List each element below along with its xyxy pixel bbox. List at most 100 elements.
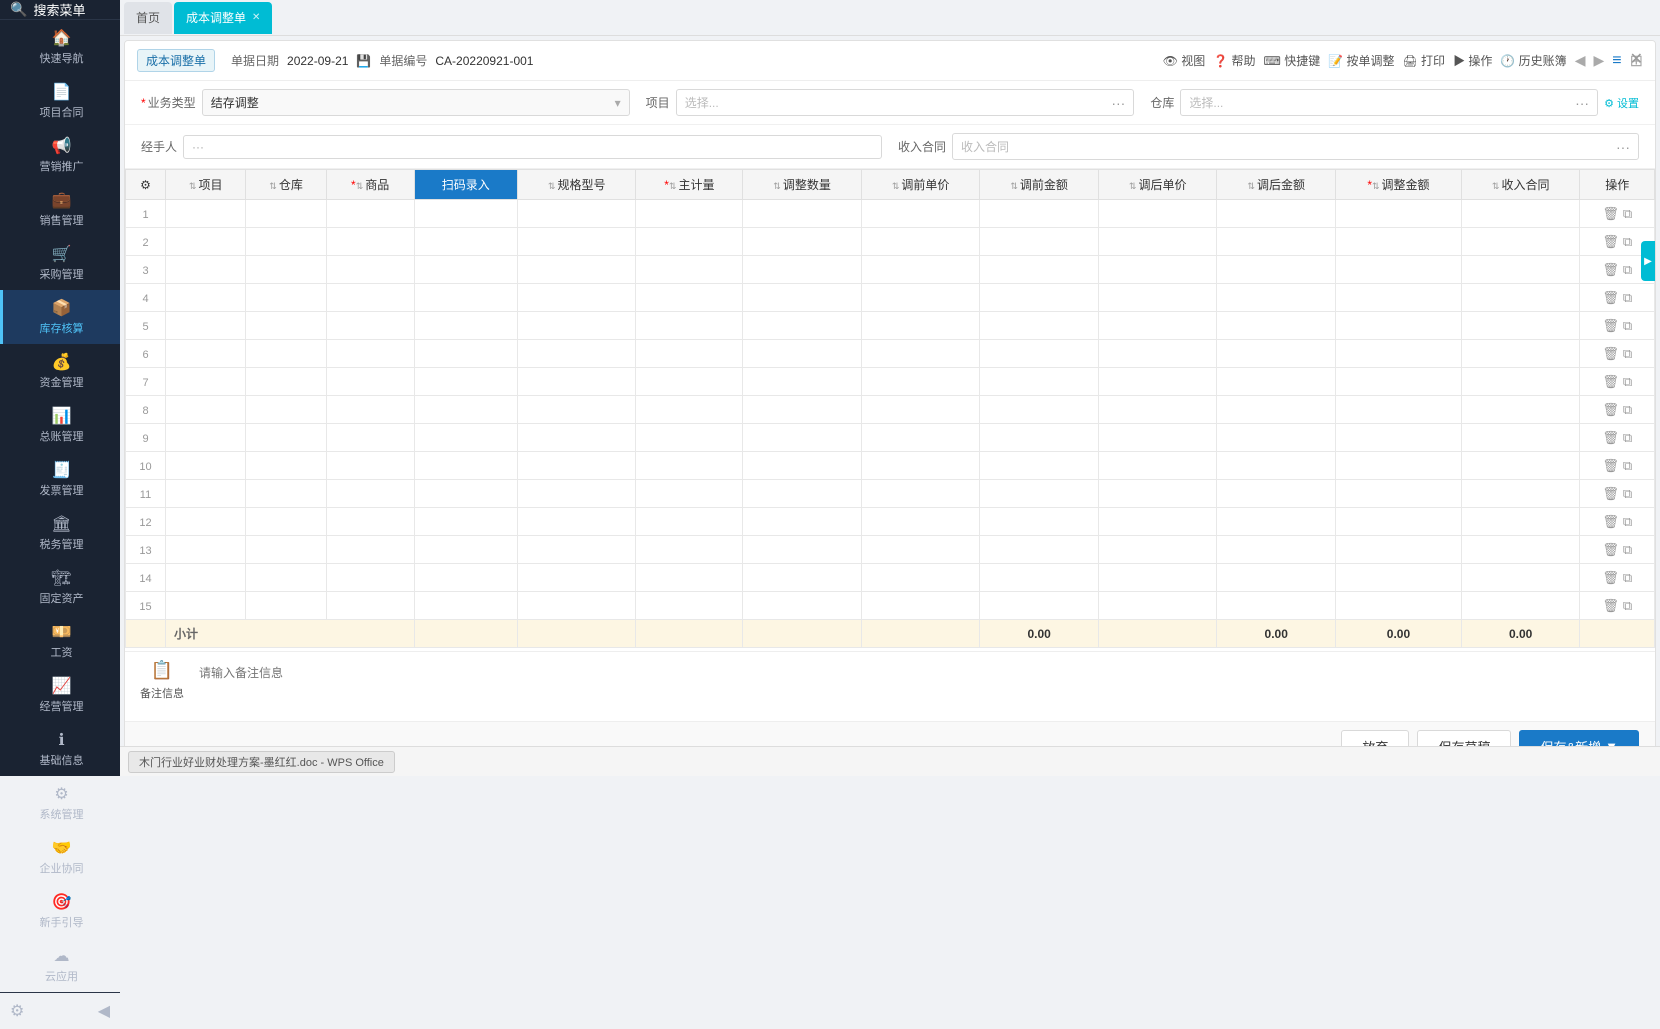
cell-data-2-9[interactable] — [1098, 228, 1217, 256]
cell-data-13-10[interactable] — [1217, 536, 1336, 564]
copy-icon-2[interactable]: ⧉ — [1623, 234, 1632, 250]
cell-data-6-4[interactable] — [517, 340, 636, 368]
cell-data-8-2[interactable] — [326, 396, 414, 424]
sidebar-item-fixed-assets[interactable]: 🏗固定资产 — [0, 560, 120, 614]
sidebar-item-sales-promotion[interactable]: 📢营销推广 — [0, 128, 120, 182]
cell-data-3-7[interactable] — [861, 256, 980, 284]
cell-data-5-8[interactable] — [980, 312, 1099, 340]
handler-dots[interactable]: ··· — [192, 140, 204, 154]
cell-data-4-5[interactable] — [636, 284, 743, 312]
cell-data-12-5[interactable] — [636, 508, 743, 536]
cell-data-7-9[interactable] — [1098, 368, 1217, 396]
cell-data-1-11[interactable] — [1335, 200, 1461, 228]
cell-data-1-2[interactable] — [326, 200, 414, 228]
cell-data-5-6[interactable] — [743, 312, 862, 340]
cell-data-7-2[interactable] — [326, 368, 414, 396]
cell-data-15-12[interactable] — [1461, 592, 1580, 620]
cell-data-7-0[interactable] — [166, 368, 246, 396]
cell-data-1-0[interactable] — [166, 200, 246, 228]
cell-data-12-7[interactable] — [861, 508, 980, 536]
sidebar-item-ledger-mgmt[interactable]: 📊总账管理 — [0, 398, 120, 452]
cell-data-11-5[interactable] — [636, 480, 743, 508]
right-edge-tab[interactable]: ▶ — [1641, 241, 1655, 281]
cell-data-12-11[interactable] — [1335, 508, 1461, 536]
project-dots[interactable]: ··· — [1111, 95, 1125, 111]
project-input[interactable]: 选择... ··· — [676, 89, 1135, 116]
cell-data-9-8[interactable] — [980, 424, 1099, 452]
copy-icon-3[interactable]: ⧉ — [1623, 262, 1632, 278]
cell-data-6-6[interactable] — [743, 340, 862, 368]
cell-data-12-10[interactable] — [1217, 508, 1336, 536]
action-operate[interactable]: ▶ 操作 — [1453, 52, 1492, 69]
cell-data-15-7[interactable] — [861, 592, 980, 620]
cell-data-1-1[interactable] — [246, 200, 326, 228]
sidebar-item-tax-mgmt[interactable]: 🏛税务管理 — [0, 506, 120, 560]
cell-data-10-2[interactable] — [326, 452, 414, 480]
cell-data-7-8[interactable] — [980, 368, 1099, 396]
cell-data-4-12[interactable] — [1461, 284, 1580, 312]
cell-data-8-1[interactable] — [246, 396, 326, 424]
cell-data-6-10[interactable] — [1217, 340, 1336, 368]
delete-icon-13[interactable]: 🗑 — [1602, 542, 1619, 558]
cell-data-13-4[interactable] — [517, 536, 636, 564]
delete-icon-15[interactable]: 🗑 — [1602, 598, 1619, 614]
tab-close-icon[interactable]: ✕ — [252, 12, 260, 23]
copy-icon-12[interactable]: ⧉ — [1623, 514, 1632, 530]
cell-data-15-1[interactable] — [246, 592, 326, 620]
handler-input[interactable]: ··· — [183, 135, 882, 159]
delete-icon-2[interactable]: 🗑 — [1602, 234, 1619, 250]
cell-data-2-0[interactable] — [166, 228, 246, 256]
cell-data-1-9[interactable] — [1098, 200, 1217, 228]
cell-data-14-8[interactable] — [980, 564, 1099, 592]
copy-icon-9[interactable]: ⧉ — [1623, 430, 1632, 446]
cell-data-15-9[interactable] — [1098, 592, 1217, 620]
col-scan-input[interactable]: 扫码录入 — [414, 170, 517, 200]
cell-data-7-3[interactable] — [414, 368, 517, 396]
cell-data-8-8[interactable] — [980, 396, 1099, 424]
copy-icon-10[interactable]: ⧉ — [1623, 458, 1632, 474]
action-history[interactable]: 🕐 历史账簿 — [1500, 52, 1566, 69]
cell-data-13-8[interactable] — [980, 536, 1099, 564]
cell-data-8-7[interactable] — [861, 396, 980, 424]
delete-icon-4[interactable]: 🗑 — [1602, 290, 1619, 306]
cell-data-9-3[interactable] — [414, 424, 517, 452]
cell-data-3-5[interactable] — [636, 256, 743, 284]
cell-data-8-12[interactable] — [1461, 396, 1580, 424]
cell-data-15-5[interactable] — [636, 592, 743, 620]
cell-data-6-5[interactable] — [636, 340, 743, 368]
cell-data-7-10[interactable] — [1217, 368, 1336, 396]
cell-data-10-11[interactable] — [1335, 452, 1461, 480]
cell-data-9-6[interactable] — [743, 424, 862, 452]
cell-data-9-2[interactable] — [326, 424, 414, 452]
cell-data-2-4[interactable] — [517, 228, 636, 256]
cell-data-6-11[interactable] — [1335, 340, 1461, 368]
copy-icon-11[interactable]: ⧉ — [1623, 486, 1632, 502]
cell-data-4-9[interactable] — [1098, 284, 1217, 312]
action-view[interactable]: 👁 视图 — [1163, 52, 1206, 69]
cell-data-7-12[interactable] — [1461, 368, 1580, 396]
cell-data-4-7[interactable] — [861, 284, 980, 312]
delete-icon-12[interactable]: 🗑 — [1602, 514, 1619, 530]
cell-data-10-9[interactable] — [1098, 452, 1217, 480]
action-help[interactable]: ❓ 帮助 — [1213, 52, 1255, 69]
cell-data-7-1[interactable] — [246, 368, 326, 396]
cell-data-11-11[interactable] — [1335, 480, 1461, 508]
delete-icon-5[interactable]: 🗑 — [1602, 318, 1619, 334]
sidebar-item-sys-mgmt[interactable]: ⚙系统管理 — [0, 776, 120, 830]
warehouse-input[interactable]: 选择... ··· — [1180, 89, 1598, 116]
sidebar-item-enterprise[interactable]: 🤝企业协同 — [0, 830, 120, 884]
settings-link[interactable]: ⚙ 设置 — [1604, 95, 1639, 111]
sidebar-item-sales-mgmt[interactable]: 💼销售管理 — [0, 182, 120, 236]
collapse-icon[interactable]: ◀ — [98, 1001, 110, 1021]
cell-data-14-10[interactable] — [1217, 564, 1336, 592]
cell-data-3-3[interactable] — [414, 256, 517, 284]
cell-data-14-1[interactable] — [246, 564, 326, 592]
cell-data-10-10[interactable] — [1217, 452, 1336, 480]
copy-icon-5[interactable]: ⧉ — [1623, 318, 1632, 334]
cell-data-10-3[interactable] — [414, 452, 517, 480]
sidebar-item-new-guide[interactable]: 🎯新手引导 — [0, 884, 120, 938]
delete-icon-14[interactable]: 🗑 — [1602, 570, 1619, 586]
copy-icon-7[interactable]: ⧉ — [1623, 374, 1632, 390]
cell-data-14-3[interactable] — [414, 564, 517, 592]
cell-data-4-0[interactable] — [166, 284, 246, 312]
